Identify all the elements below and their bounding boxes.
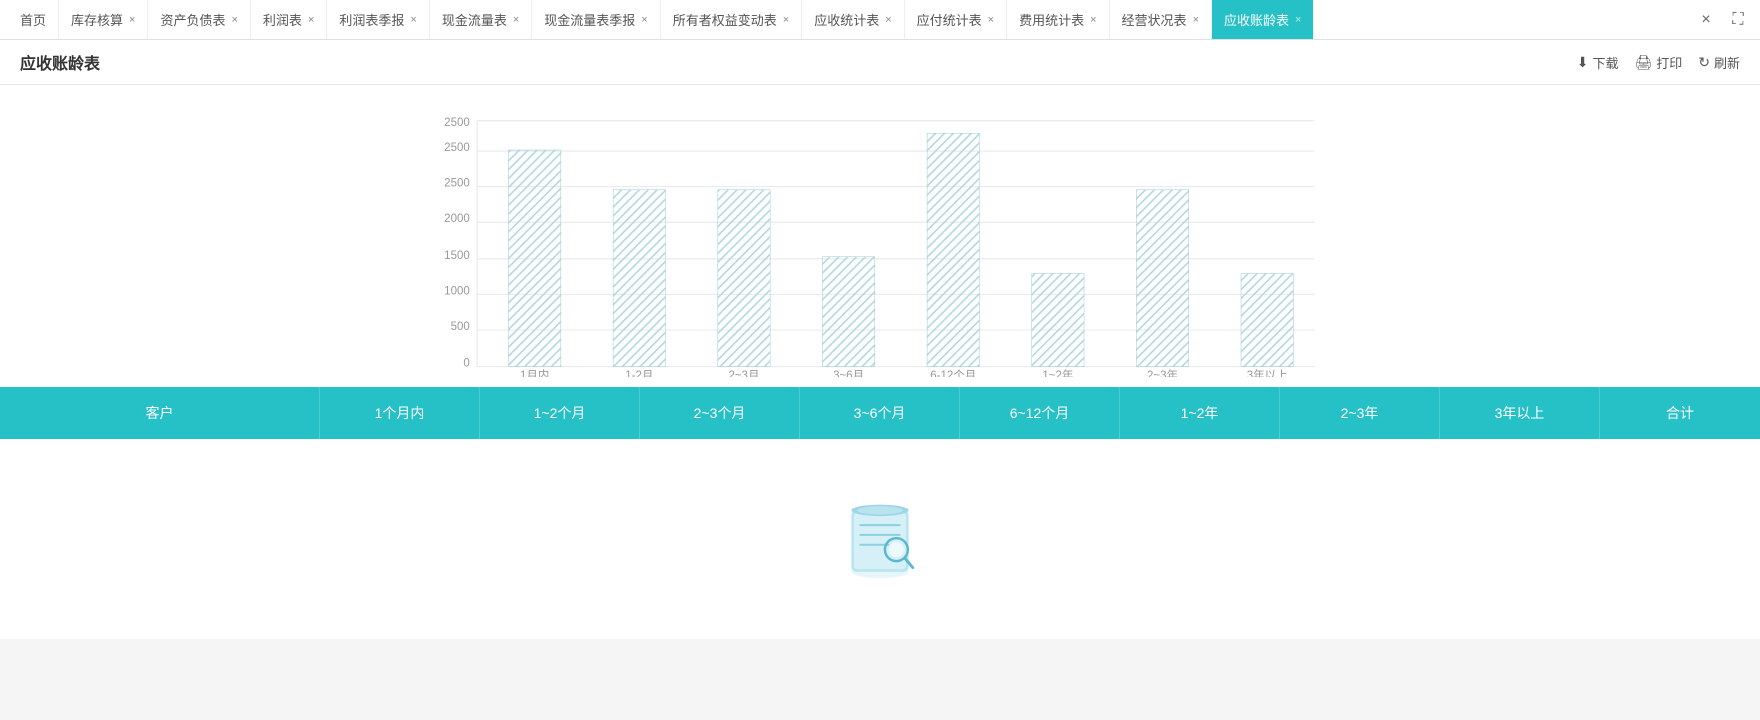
col-6-12month: 6~12个月: [960, 387, 1120, 439]
bar-1-2年: [1032, 273, 1084, 366]
tab-cashflow[interactable]: 现金流量表 ×: [430, 0, 532, 40]
bar-2-3月: [718, 190, 770, 367]
download-icon: ⬇: [1577, 54, 1589, 71]
page-header: 应收账龄表 ⬇ 下载 🖨 打印 ↻ 刷新: [0, 40, 1760, 85]
empty-data-icon: [830, 494, 930, 584]
tab-close-ar-aging[interactable]: ×: [1295, 14, 1301, 26]
svg-text:1000: 1000: [444, 285, 470, 297]
col-3year-plus: 3年以上: [1440, 387, 1600, 439]
svg-text:1-2月: 1-2月: [625, 370, 653, 377]
print-icon: 🖨: [1634, 54, 1652, 71]
svg-text:0: 0: [463, 358, 469, 370]
tab-close-balance[interactable]: ×: [231, 14, 237, 26]
tab-bar-actions: × ⛶: [1692, 6, 1752, 34]
tab-close-cashflow-quarter[interactable]: ×: [641, 14, 647, 26]
bar-1月内: [509, 150, 561, 367]
header-actions: ⬇ 下载 🖨 打印 ↻ 刷新: [1577, 53, 1740, 72]
tab-profit-quarter[interactable]: 利润表季报 ×: [327, 0, 429, 40]
print-button[interactable]: 🖨 打印: [1634, 53, 1682, 72]
page-title: 应收账龄表: [20, 50, 100, 74]
svg-text:2000: 2000: [444, 213, 470, 225]
bar-3年以上: [1241, 273, 1293, 366]
window-maximize-button[interactable]: ⛶: [1724, 6, 1752, 34]
svg-text:500: 500: [451, 321, 470, 333]
tab-close-ap-stat[interactable]: ×: [988, 14, 994, 26]
tab-close-equity[interactable]: ×: [783, 14, 789, 26]
col-2-3year: 2~3年: [1280, 387, 1440, 439]
svg-text:2~3年: 2~3年: [1147, 368, 1178, 377]
tab-bar: 首页 库存核算 × 资产负债表 × 利润表 × 利润表季报 × 现金流量表 × …: [0, 0, 1760, 40]
svg-text:2500: 2500: [444, 178, 470, 190]
tab-expense[interactable]: 费用统计表 ×: [1007, 0, 1109, 40]
tab-close-inventory[interactable]: ×: [129, 14, 135, 26]
tab-close-expense[interactable]: ×: [1090, 14, 1096, 26]
col-1month: 1个月内: [320, 387, 480, 439]
svg-text:6-12个月: 6-12个月: [930, 369, 976, 377]
col-3-6month: 3~6个月: [800, 387, 960, 439]
tab-equity[interactable]: 所有者权益变动表 ×: [661, 0, 802, 40]
col-customer: 客户: [0, 387, 320, 439]
bar-6-12月: [927, 133, 979, 366]
tab-cashflow-quarter[interactable]: 现金流量表季报 ×: [532, 0, 660, 40]
col-total: 合计: [1600, 387, 1760, 439]
empty-state: [0, 439, 1760, 639]
svg-text:2500: 2500: [444, 117, 470, 129]
tab-operation[interactable]: 经营状况表 ×: [1110, 0, 1212, 40]
tab-close-operation[interactable]: ×: [1193, 14, 1199, 26]
refresh-button[interactable]: ↻ 刷新: [1698, 53, 1740, 72]
tab-ap-stat[interactable]: 应付统计表 ×: [905, 0, 1007, 40]
col-1-2month: 1~2个月: [480, 387, 640, 439]
svg-text:1500: 1500: [444, 250, 470, 262]
chart-area: 0 500 1000 1500 2000 2500 2500 2500: [0, 85, 1760, 387]
col-2-3month: 2~3个月: [640, 387, 800, 439]
svg-text:3~6月: 3~6月: [833, 370, 864, 377]
window-close-button[interactable]: ×: [1692, 6, 1720, 34]
svg-text:2500: 2500: [444, 142, 470, 154]
tab-ar-stat[interactable]: 应收统计表 ×: [802, 0, 904, 40]
svg-text:3年以上: 3年以上: [1247, 368, 1288, 377]
tab-close-profit-quarter[interactable]: ×: [410, 14, 416, 26]
tab-close-cashflow[interactable]: ×: [513, 14, 519, 26]
bar-3-6月: [822, 257, 874, 367]
download-button[interactable]: ⬇ 下载: [1577, 53, 1619, 72]
tab-profit[interactable]: 利润表 ×: [251, 0, 327, 40]
tab-ar-aging[interactable]: 应收账龄表 ×: [1212, 0, 1314, 40]
svg-text:1月内: 1月内: [520, 368, 549, 377]
tab-close-profit[interactable]: ×: [308, 14, 314, 26]
svg-text:1~2年: 1~2年: [1042, 368, 1073, 377]
bar-chart: 0 500 1000 1500 2000 2500 2500 2500: [430, 105, 1330, 377]
bar-1-2月: [613, 190, 665, 367]
refresh-icon: ↻: [1698, 54, 1710, 71]
main-content: 0 500 1000 1500 2000 2500 2500 2500: [0, 85, 1760, 639]
tab-close-ar-stat[interactable]: ×: [885, 14, 891, 26]
tab-balance[interactable]: 资产负债表 ×: [148, 0, 250, 40]
svg-text:2~3月: 2~3月: [728, 370, 759, 377]
tab-home[interactable]: 首页: [8, 0, 59, 40]
bar-2-3年: [1136, 190, 1188, 367]
col-1-2year: 1~2年: [1120, 387, 1280, 439]
tab-inventory[interactable]: 库存核算 ×: [59, 0, 148, 40]
table-header: 客户 1个月内 1~2个月 2~3个月 3~6个月 6~12个月 1~2年 2~…: [0, 387, 1760, 439]
